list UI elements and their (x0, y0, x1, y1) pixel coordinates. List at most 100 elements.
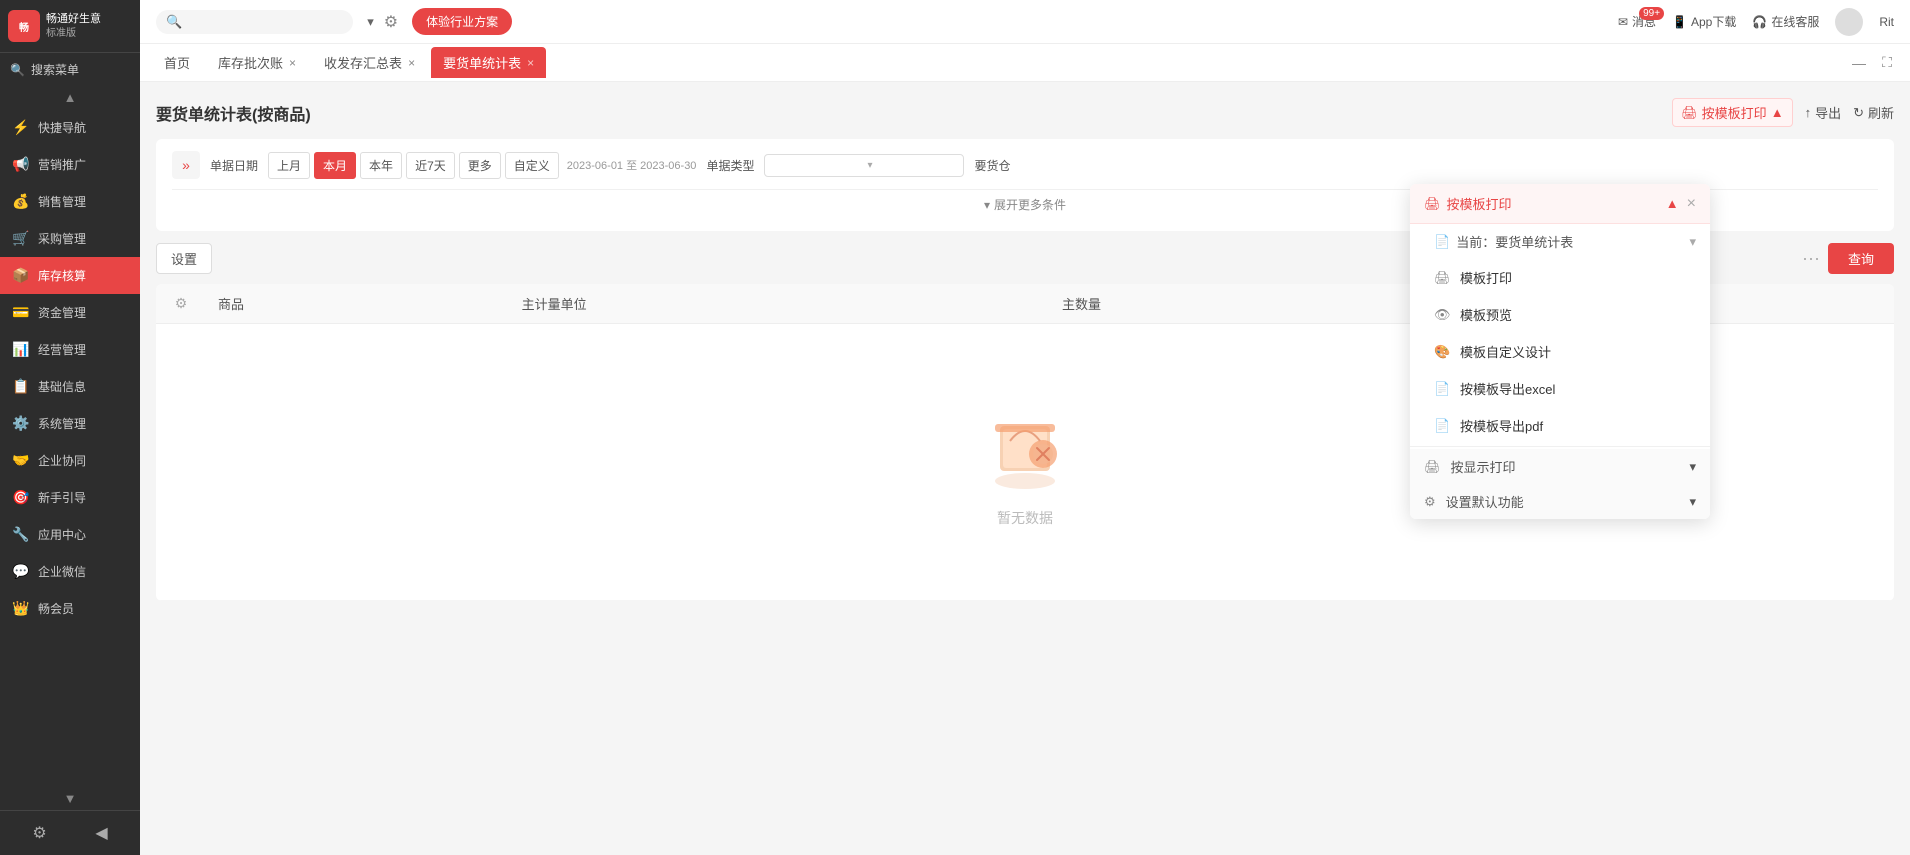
page-header: 要货单统计表(按商品) 🖨 按模板打印 ▲ ↑ 导出 ↻ 刷新 (156, 98, 1894, 127)
app-download-btn[interactable]: 📱 App下载 (1672, 13, 1736, 30)
sidebar-item-wechat[interactable]: 💬 企业微信 (0, 553, 140, 590)
sidebar-item-finance[interactable]: 💳 资金管理 (0, 294, 140, 331)
dropdown-display-print[interactable]: 🖨 按显示打印 ▾ (1410, 449, 1710, 484)
dropdown-item-template-preview[interactable]: 👁 模板预览 (1410, 296, 1710, 333)
app-logo: 畅 (8, 10, 40, 42)
refresh-icon: ↻ (1853, 105, 1864, 121)
print-template-btn[interactable]: 🖨 按模板打印 ▲ (1672, 98, 1792, 127)
expand-icon: ▾ (984, 198, 990, 212)
tab-close-batch-account[interactable]: × (289, 56, 296, 70)
print-arrow-up: ▲ (1771, 105, 1784, 120)
quick-nav-icon: ⚡ (12, 119, 30, 136)
online-service-btn[interactable]: 🎧 在线客服 (1752, 13, 1819, 30)
tab-home[interactable]: 首页 (152, 47, 202, 78)
date-btn-this-year[interactable]: 本年 (360, 152, 402, 179)
tab-batch-account[interactable]: 库存批次账 × (206, 47, 308, 78)
message-btn[interactable]: ✉ 消息 99+ (1618, 13, 1656, 30)
default-settings-icon: ⚙ (1424, 494, 1436, 510)
main-area: 🔍 ▾ ⚙ 体验行业方案 ✉ 消息 99+ 📱 App下载 🎧 在线客服 Rit (140, 0, 1910, 855)
system-icon: ⚙️ (12, 415, 30, 432)
empty-state-icon (975, 396, 1075, 496)
dropdown-item-template-print[interactable]: 🖨 模板打印 (1410, 259, 1710, 296)
sidebar-item-quick-nav[interactable]: ⚡ 快捷导航 (0, 109, 140, 146)
date-btn-this-month[interactable]: 本月 (314, 152, 356, 179)
sidebar-search[interactable]: 🔍 搜索菜单 (0, 53, 140, 86)
template-icon: 📄 (1434, 234, 1450, 250)
print-dropdown-panel: 🖨 按模板打印 ▲ × 📄 当前：要货单统计表 ▾ 🖨 模板打印 (1410, 184, 1710, 519)
column-settings-icon[interactable]: ⚙ (175, 295, 188, 311)
dropdown-default-settings[interactable]: ⚙ 设置默认功能 ▾ (1410, 484, 1710, 519)
phone-icon: 📱 (1672, 15, 1687, 29)
tab-minimize-btn[interactable]: — (1848, 52, 1870, 74)
sidebar-item-member[interactable]: 👑 畅会员 (0, 590, 140, 627)
search-icon: 🔍 (10, 63, 25, 77)
dropdown-header: 🖨 按模板打印 ▲ × (1410, 184, 1710, 224)
sidebar-item-basic[interactable]: 📋 基础信息 (0, 368, 140, 405)
tab-maximize-btn[interactable]: ⛶ (1876, 52, 1898, 74)
sidebar-scroll-up[interactable]: ▲ (0, 86, 140, 109)
sales-icon: 💰 (12, 193, 30, 210)
topbar-search-input[interactable] (188, 15, 343, 29)
dropdown-item-export-pdf[interactable]: 📄 按模板导出pdf (1410, 407, 1710, 444)
query-btn[interactable]: 查询 (1828, 243, 1894, 274)
dropdown-item-template-design[interactable]: 🎨 模板自定义设计 (1410, 333, 1710, 370)
date-btn-7days[interactable]: 近7天 (406, 152, 455, 179)
sidebar-scroll-down[interactable]: ▼ (0, 787, 140, 810)
sidebar-item-newbie[interactable]: 🎯 新手引导 (0, 479, 140, 516)
dropdown-print-icon: 🖨 (1424, 196, 1441, 212)
sidebar-header: 畅 畅通好生意 标准版 (0, 0, 140, 53)
collapse-footer-btn[interactable]: ◀ (91, 819, 111, 847)
wechat-icon: 💬 (12, 563, 30, 580)
sidebar-item-sales[interactable]: 💰 销售管理 (0, 183, 140, 220)
refresh-btn[interactable]: ↻ 刷新 (1853, 103, 1894, 122)
member-icon: 👑 (12, 600, 30, 617)
display-print-arrow: ▾ (1689, 459, 1696, 475)
export-pdf-icon: 📄 (1434, 418, 1450, 434)
topbar-dropdown-btn[interactable]: ▾ (367, 14, 374, 30)
col-header-settings: ⚙ (156, 284, 206, 324)
template-design-icon: 🎨 (1434, 344, 1450, 360)
content-area: 要货单统计表(按商品) 🖨 按模板打印 ▲ ↑ 导出 ↻ 刷新 (140, 82, 1910, 855)
purchase-icon: 🛒 (12, 230, 30, 247)
user-avatar[interactable] (1835, 8, 1863, 36)
sidebar-item-purchase[interactable]: 🛒 采购管理 (0, 220, 140, 257)
default-settings-arrow: ▾ (1689, 494, 1696, 510)
date-btn-custom[interactable]: 自定义 (505, 152, 559, 179)
empty-text: 暂无数据 (997, 508, 1053, 528)
template-preview-icon: 👁 (1434, 307, 1450, 323)
topbar: 🔍 ▾ ⚙ 体验行业方案 ✉ 消息 99+ 📱 App下载 🎧 在线客服 Rit (140, 0, 1910, 44)
tab-order-stats[interactable]: 要货单统计表 × (431, 47, 546, 78)
type-filter-select[interactable]: ▾ (764, 154, 964, 177)
page-title: 要货单统计表(按商品) (156, 101, 311, 125)
app-title: 畅通好生意 标准版 (46, 12, 101, 39)
print-icon: 🖨 (1681, 105, 1698, 121)
dropdown-collapse-btn[interactable]: ▲ (1666, 196, 1679, 211)
sidebar-item-system[interactable]: ⚙️ 系统管理 (0, 405, 140, 442)
filter-expand-icon[interactable]: » (172, 151, 200, 179)
sidebar-item-marketing[interactable]: 📢 营销推广 (0, 146, 140, 183)
page-actions: 🖨 按模板打印 ▲ ↑ 导出 ↻ 刷新 (1672, 98, 1894, 127)
settings-footer-btn[interactable]: ⚙ (28, 819, 50, 847)
trial-button[interactable]: 体验行业方案 (412, 8, 512, 35)
topbar-search-box[interactable]: 🔍 (156, 10, 353, 34)
date-btn-more[interactable]: 更多 (459, 152, 501, 179)
export-excel-icon: 📄 (1434, 381, 1450, 397)
sidebar-item-inventory[interactable]: 📦 库存核算 (0, 257, 140, 294)
dropdown-close-btn[interactable]: × (1687, 195, 1696, 213)
sidebar-item-operation[interactable]: 📊 经营管理 (0, 331, 140, 368)
inventory-icon: 📦 (12, 267, 30, 284)
date-btn-last-month[interactable]: 上月 (268, 152, 310, 179)
tab-close-order-stats[interactable]: × (527, 56, 534, 70)
date-filter-label: 单据日期 (210, 157, 258, 174)
sidebar-item-enterprise[interactable]: 🤝 企业协同 (0, 442, 140, 479)
more-options-btn[interactable]: ··· (1802, 248, 1820, 269)
topbar-gear-btn[interactable]: ⚙ (384, 12, 398, 32)
tab-receipt-summary[interactable]: 收发存汇总表 × (312, 47, 427, 78)
tab-close-receipt-summary[interactable]: × (408, 56, 415, 70)
username-label: Rit (1879, 15, 1894, 29)
dropdown-item-export-excel[interactable]: 📄 按模板导出excel (1410, 370, 1710, 407)
settings-btn[interactable]: 设置 (156, 243, 212, 274)
sidebar-footer: ⚙ ◀ (0, 810, 140, 855)
export-btn[interactable]: ↑ 导出 (1805, 103, 1842, 122)
sidebar-item-appcenter[interactable]: 🔧 应用中心 (0, 516, 140, 553)
